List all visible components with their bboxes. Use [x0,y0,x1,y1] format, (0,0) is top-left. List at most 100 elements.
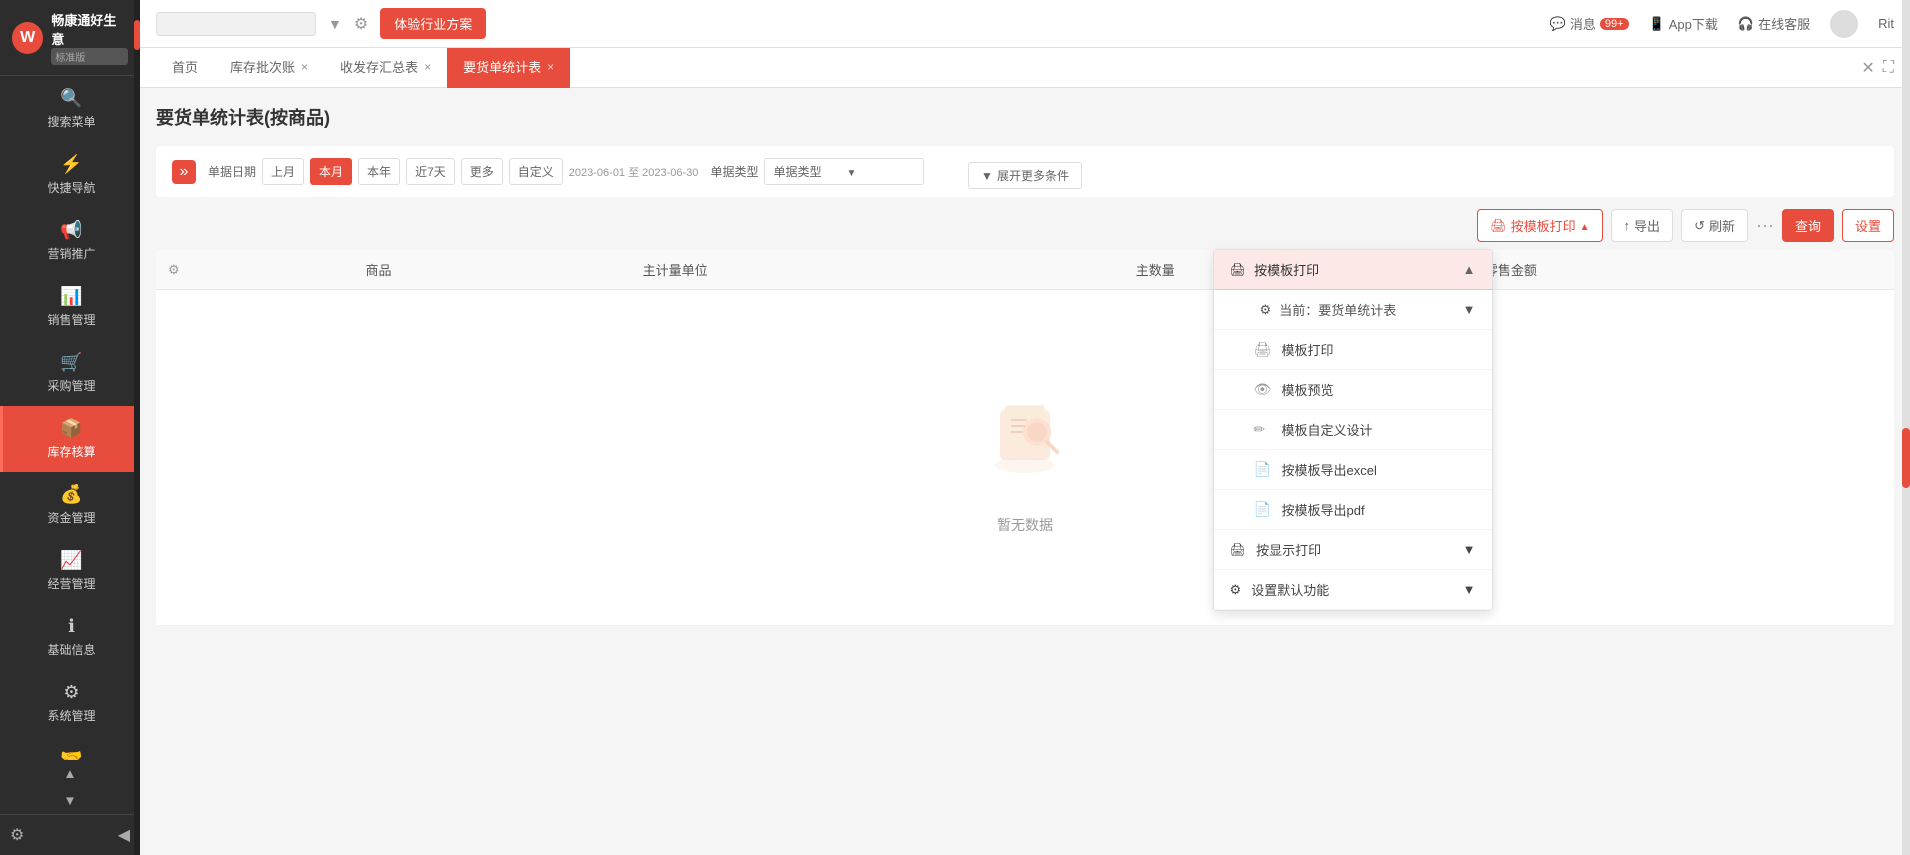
topbar-dropdown-icon[interactable]: ▼ [328,16,342,32]
tab-order-stats-close[interactable]: × [547,60,554,74]
tab-stock-summary-close[interactable]: × [424,60,431,74]
tab-stock-batch[interactable]: 库存批次账 × [214,48,324,88]
query-btn[interactable]: 查询 [1782,209,1834,242]
print-dropdown-close-arrow[interactable]: ▲ [1463,262,1476,277]
menu-template-preview[interactable]: 👁 模板预览 [1214,370,1492,410]
quick-nav-icon: ⚡ [60,154,82,175]
set-default-icon: ⚙ [1230,582,1242,598]
template-print-icon: 🖨 [1254,341,1272,358]
display-print-arrow: ▼ [1463,542,1476,557]
template-custom-label: 模板自定义设计 [1282,420,1373,439]
col-settings-header[interactable]: ⚙ [156,250,354,290]
sidebar-item-label: 搜索菜单 [47,113,95,130]
online-service-item[interactable]: 🎧 在线客服 [1738,14,1810,33]
settings-btn[interactable]: 设置 [1842,209,1894,242]
type-filter-group: 单据类型 单据类型 [710,158,924,185]
close-tab-icon[interactable]: ✕ [1861,58,1874,78]
print-dropdown-header: 🖨 按模板打印 ▲ [1214,250,1492,290]
sidebar-item-label: 快捷导航 [47,179,95,196]
date-btn-last-7-days[interactable]: 近7天 [406,158,455,185]
tabs-right-controls: ✕ ⛶ [1861,58,1894,78]
template-excel-icon: 📄 [1254,461,1272,478]
sidebar-item-sales[interactable]: 📊 销售管理 [0,274,140,340]
date-btn-this-year[interactable]: 本年 [358,158,400,185]
menu-set-default[interactable]: ⚙ 设置默认功能 ▼ [1214,570,1492,610]
export-icon: ↑ [1624,218,1631,233]
topbar-gear-icon[interactable]: ⚙ [354,14,368,34]
sidebar-nav: 🔍 搜索菜单 ⚡ 快捷导航 📢 营销推广 📊 销售管理 🛒 采购管理 📦 库存核… [0,76,140,760]
refresh-btn[interactable]: ↺ 刷新 [1681,209,1748,242]
sidebar-item-system[interactable]: ⚙ 系统管理 [0,670,140,736]
stock-summary-label: 收发存汇总表 [340,57,418,76]
sidebar-item-label: 经营管理 [47,575,95,592]
main-area: ▼ ⚙ 体验行业方案 💬 消息 99+ 📱 App下载 🎧 在线客服 Rit 首… [140,0,1910,855]
settings-icon[interactable]: ⚙ [10,825,24,845]
filter-expand-btn[interactable]: » [172,160,196,184]
menu-display-print[interactable]: 🖨 按显示打印 ▼ [1214,530,1492,570]
sidebar-scroll-down[interactable]: ▼ [0,787,140,814]
sidebar-item-quick-nav[interactable]: ⚡ 快捷导航 [0,142,140,208]
user-avatar[interactable] [1830,10,1858,38]
order-stats-label: 要货单统计表 [463,57,541,76]
sidebar-item-purchase[interactable]: 🛒 采购管理 [0,340,140,406]
marketing-icon: 📢 [60,220,82,241]
sales-icon: 📊 [60,286,82,307]
export-btn[interactable]: ↑ 导出 [1611,209,1674,242]
page-title: 要货单统计表(按商品) [156,104,1894,130]
expand-more-label: 展开更多条件 [997,167,1069,184]
print-title-icon: 🖨 [1230,262,1247,278]
print-btn-label: 按模板打印 [1511,216,1576,235]
sidebar-item-operations[interactable]: 📈 经营管理 [0,538,140,604]
sidebar-item-search[interactable]: 🔍 搜索菜单 [0,76,140,142]
menu-template-export-pdf[interactable]: 📄 按模板导出pdf [1214,490,1492,530]
menu-template-print[interactable]: 🖨 模板打印 [1214,330,1492,370]
print-current-template[interactable]: ⚙ 当前：要货单统计表 ▼ [1214,290,1492,330]
tab-stock-summary[interactable]: 收发存汇总表 × [324,48,447,88]
app-download-item[interactable]: 📱 App下载 [1649,14,1718,33]
more-options-icon[interactable]: ··· [1756,215,1774,236]
right-scrollbar[interactable] [1902,0,1910,855]
table-settings-icon[interactable]: ⚙ [168,262,180,277]
sidebar-item-enterprise[interactable]: 🤝 企业协同 [0,736,140,760]
print-dropdown-title: 🖨 按模板打印 [1230,260,1320,279]
type-filter-select[interactable]: 单据类型 [764,158,924,185]
date-btn-custom[interactable]: 自定义 [509,158,563,185]
template-custom-icon: ✏ [1254,421,1272,438]
date-btn-more[interactable]: 更多 [461,158,503,185]
set-default-label: 设置默认功能 [1251,580,1329,599]
topbar-search-input[interactable] [156,12,316,36]
collapse-icon[interactable]: ◀ [118,825,130,845]
printer-icon: 🖨 [1490,218,1507,234]
current-template-label: 当前：要货单统计表 [1279,300,1396,319]
date-filter-group: 单据日期 上月 本月 本年 近7天 更多 自定义 2023-06-01 至 20… [208,158,698,185]
online-service-label: 在线客服 [1758,14,1810,33]
template-pdf-label: 按模板导出pdf [1282,500,1365,519]
sidebar-item-marketing[interactable]: 📢 营销推广 [0,208,140,274]
empty-text: 暂无数据 [997,515,1053,535]
print-btn[interactable]: 🖨 按模板打印 [1477,209,1602,242]
user-name[interactable]: Rit [1878,16,1894,31]
trial-btn[interactable]: 体验行业方案 [380,8,486,39]
menu-template-custom[interactable]: ✏ 模板自定义设计 [1214,410,1492,450]
sidebar-item-finance[interactable]: 💰 资金管理 [0,472,140,538]
date-btn-this-month[interactable]: 本月 [310,158,352,185]
set-default-left: ⚙ 设置默认功能 [1230,580,1330,599]
sidebar-item-basic[interactable]: ℹ 基础信息 [0,604,140,670]
type-filter-label: 单据类型 [710,163,758,180]
sidebar-item-inventory[interactable]: 📦 库存核算 [0,406,140,472]
date-filter-label: 单据日期 [208,163,256,180]
app-download-label: App下载 [1669,14,1718,33]
sidebar-item-label: 销售管理 [47,311,95,328]
date-btn-last-month[interactable]: 上月 [262,158,304,185]
sidebar-item-label: 系统管理 [47,707,95,724]
sidebar-scroll-up[interactable]: ▲ [0,760,140,787]
tab-home[interactable]: 首页 [156,48,214,88]
messages-item[interactable]: 💬 消息 99+ [1550,14,1629,33]
maximize-icon[interactable]: ⛶ [1883,59,1894,77]
tab-stock-batch-close[interactable]: × [301,60,308,74]
messages-label: 消息 [1570,14,1596,33]
enterprise-icon: 🤝 [60,748,82,760]
menu-template-export-excel[interactable]: 📄 按模板导出excel [1214,450,1492,490]
expand-more-btn[interactable]: ▼ 展开更多条件 [968,162,1082,189]
tab-order-stats[interactable]: 要货单统计表 × [447,48,570,88]
